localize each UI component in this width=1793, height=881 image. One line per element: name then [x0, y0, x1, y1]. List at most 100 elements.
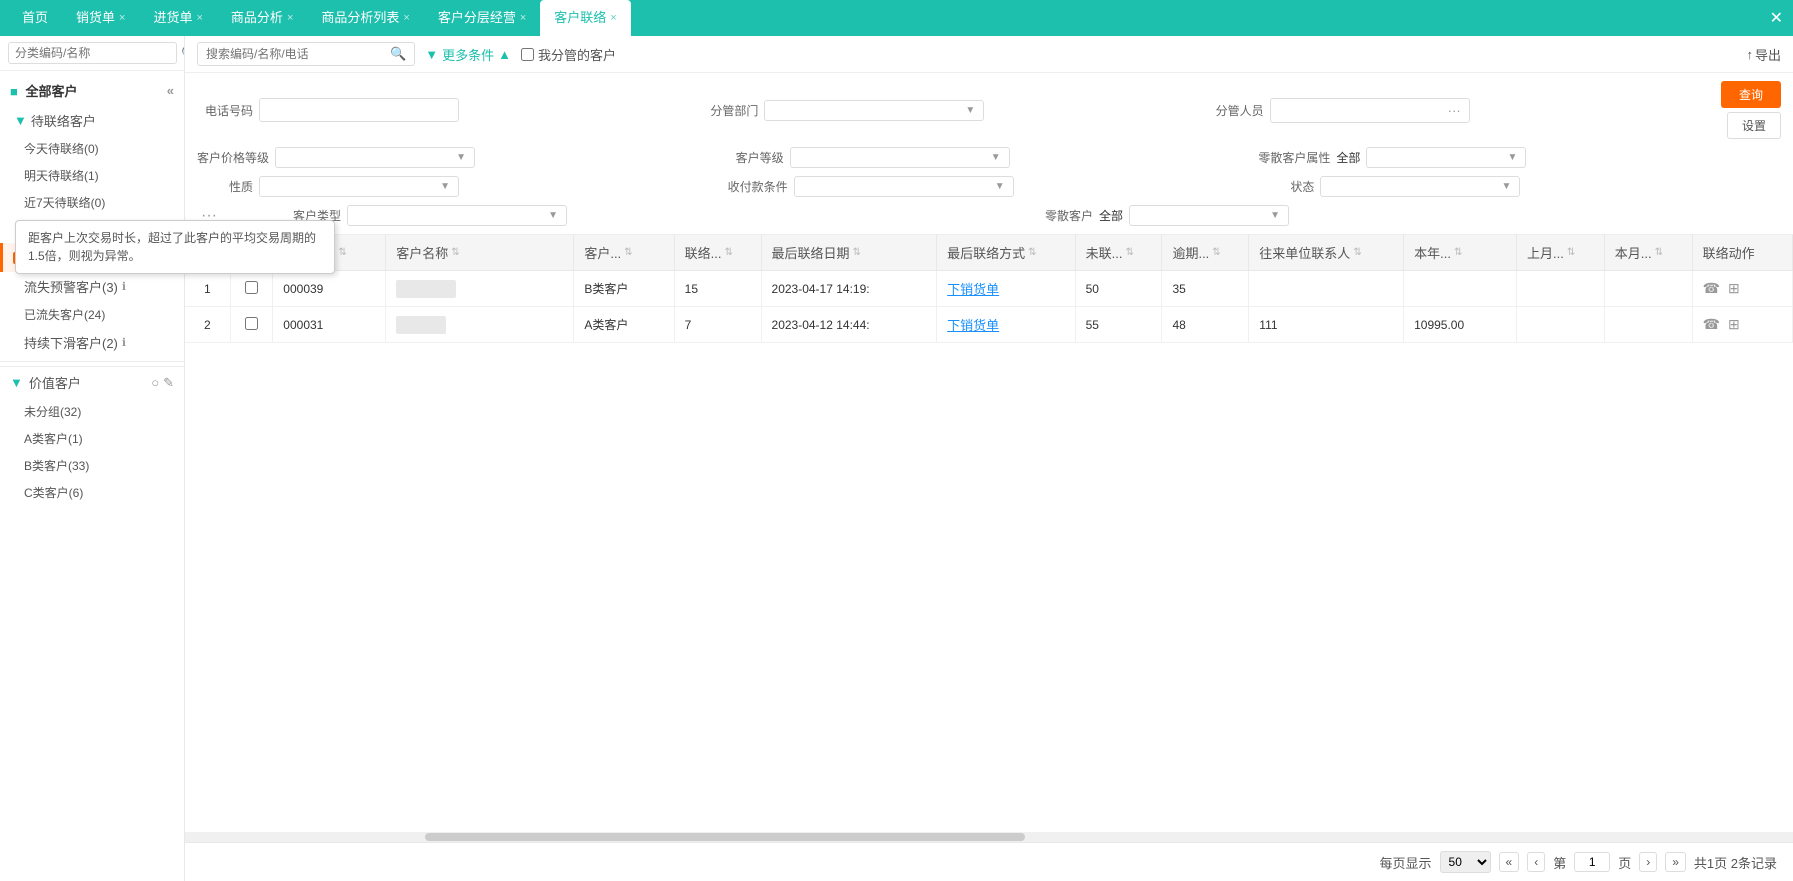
sidebar-item-churn-warning[interactable]: 流失预警客户(3) ℹ — [0, 272, 184, 301]
sidebar-item-7days[interactable]: 近7天待联络(0) — [0, 189, 184, 216]
nav-purchase[interactable]: 进货单 × — [139, 0, 216, 36]
filter-label-payment: 收付款条件 — [728, 178, 788, 195]
action-grid-icon-1[interactable]: ⊞ — [1728, 280, 1740, 297]
td-action-2: ☎ ⊞ — [1692, 307, 1792, 343]
last-page-button[interactable]: » — [1665, 852, 1686, 872]
td-contact-count-1: 15 — [674, 271, 761, 307]
filter-label-person: 分管人员 — [1208, 102, 1264, 119]
first-page-button[interactable]: « — [1499, 852, 1520, 872]
filter-select-retail-customer[interactable]: ▼ — [1129, 205, 1289, 226]
filter-search-icon[interactable]: 🔍 — [390, 46, 406, 62]
dots-icon[interactable]: ··· — [1448, 103, 1461, 118]
filter-field-customer-level: 客户等级 ▼ — [728, 147, 1251, 168]
sort-icon-last-month: ⇅ — [1567, 247, 1575, 258]
next-page-button[interactable]: › — [1639, 852, 1657, 872]
prev-page-button[interactable]: ‹ — [1527, 852, 1545, 872]
sort-icon-level: ⇅ — [624, 247, 632, 258]
filter-label-retail-attr: 零散客户属性 — [1258, 149, 1330, 166]
nav-product-analysis[interactable]: 商品分析 × — [217, 0, 307, 36]
td-checkbox-1 — [230, 271, 273, 307]
row-checkbox-1[interactable] — [245, 281, 258, 294]
sidebar-item-declining[interactable]: 持续下滑客户(2) ℹ — [0, 328, 184, 357]
sidebar-all-customers[interactable]: ■ 全部客户 « — [0, 75, 184, 106]
sidebar-item-today[interactable]: 今天待联络(0) — [0, 135, 184, 162]
filter-select-payment[interactable]: ▼ — [794, 176, 1014, 197]
tooltip-box: 距客户上次交易时长，超过了此客户的平均交易周期的1.5倍，则视为异常。 — [185, 220, 335, 274]
td-overdue-2: 48 — [1162, 307, 1249, 343]
nav-purchase-close[interactable]: × — [196, 0, 202, 36]
sort-icon-name: ⇅ — [451, 247, 459, 258]
filter-select-customer-type[interactable]: ▼ — [347, 205, 567, 226]
setting-button[interactable]: 设置 — [1727, 112, 1781, 139]
sidebar-group-pending-title[interactable]: ▼ 待联络客户 — [0, 106, 184, 135]
my-customers-checkbox[interactable] — [521, 48, 534, 61]
contact-method-link-1[interactable]: 下销货单 — [947, 282, 999, 297]
scrollbar-thumb[interactable] — [425, 833, 1025, 841]
filter-select-retail-attr[interactable]: ▼ — [1366, 147, 1526, 168]
nav-sales-close[interactable]: × — [119, 0, 125, 36]
th-overdue[interactable]: 逾期...⇅ — [1162, 235, 1249, 271]
info-icon2: ℹ — [122, 280, 126, 293]
sidebar-item-a-class[interactable]: A类客户(1) — [0, 425, 184, 452]
th-this-year[interactable]: 本年...⇅ — [1404, 235, 1517, 271]
current-page-input[interactable] — [1574, 852, 1610, 872]
row-checkbox-2[interactable] — [245, 317, 258, 330]
nav-product-list-close[interactable]: × — [403, 0, 409, 36]
th-last-contact-method[interactable]: 最后联络方式⇅ — [937, 235, 1075, 271]
th-contact-count[interactable]: 联络...⇅ — [674, 235, 761, 271]
export-icon: ↑ — [1746, 47, 1753, 62]
filter-input-person[interactable] — [1279, 103, 1448, 117]
sidebar-search-bar: 🔍 — [0, 36, 184, 71]
action-grid-icon-2[interactable]: ⊞ — [1728, 316, 1740, 333]
horizontal-scrollbar[interactable] — [185, 832, 1793, 842]
filter-field-retail-attr: 零散客户属性 全部 ▼ — [1258, 147, 1781, 168]
nav-customer-tier[interactable]: 客户分层经营 × — [424, 0, 540, 36]
export-button[interactable]: ↑ 导出 — [1746, 45, 1781, 64]
th-last-month[interactable]: 上月...⇅ — [1516, 235, 1604, 271]
query-button[interactable]: 查询 — [1721, 81, 1781, 108]
nav-customer-contact-close[interactable]: × — [610, 0, 616, 36]
filter-select-dept[interactable]: ▼ — [764, 100, 984, 121]
sidebar-item-tomorrow[interactable]: 明天待联络(1) — [0, 162, 184, 189]
filter-select-customer-level[interactable]: ▼ — [790, 147, 1010, 168]
sidebar-item-unclassified[interactable]: 未分组(32) — [0, 398, 184, 425]
th-last-contact-date[interactable]: 最后联络日期⇅ — [761, 235, 937, 271]
sidebar-config-icon[interactable]: ✎ — [163, 375, 174, 391]
chevron-up-icon: ▲ — [498, 47, 511, 62]
td-uncontact-1: 50 — [1075, 271, 1162, 307]
chevron-down-icon9: ▼ — [1270, 210, 1280, 221]
filter-buttons: 查询 设置 — [1721, 81, 1781, 139]
filter-select-price-level[interactable]: ▼ — [275, 147, 475, 168]
sidebar-search-input[interactable] — [8, 42, 177, 64]
filter-label-price-level: 客户价格等级 — [197, 149, 269, 166]
filter-input-phone[interactable] — [259, 98, 459, 122]
nav-product-analysis-close[interactable]: × — [287, 0, 293, 36]
filter-select-status[interactable]: ▼ — [1320, 176, 1520, 197]
filter-search-input[interactable] — [206, 47, 386, 61]
nav-sales[interactable]: 销货单 × — [62, 0, 139, 36]
nav-product-list[interactable]: 商品分析列表 × — [307, 0, 423, 36]
th-level[interactable]: 客户...⇅ — [574, 235, 674, 271]
action-phone-icon-1[interactable]: ☎ — [1703, 280, 1720, 297]
window-close-icon[interactable]: ✕ — [1770, 8, 1783, 28]
page-end-label: 页 — [1618, 853, 1631, 872]
nav-customer-tier-close[interactable]: × — [520, 0, 526, 36]
nav-home[interactable]: 首页 — [8, 0, 62, 36]
filter-more-conditions[interactable]: ▼ 更多条件 ▲ — [425, 45, 511, 64]
sidebar-item-churned[interactable]: 已流失客户(24) — [0, 301, 184, 328]
td-code-1: 000039 — [273, 271, 386, 307]
action-phone-icon-2[interactable]: ☎ — [1703, 316, 1720, 333]
th-contact-person[interactable]: 往来单位联系人⇅ — [1249, 235, 1404, 271]
th-this-month[interactable]: 本月...⇅ — [1604, 235, 1692, 271]
sidebar-collapse-icon[interactable]: « — [167, 83, 174, 98]
nav-customer-contact[interactable]: 客户联络 × — [540, 0, 630, 36]
th-uncontact[interactable]: 未联...⇅ — [1075, 235, 1162, 271]
sidebar-item-c-class[interactable]: C类客户(6) — [0, 479, 184, 506]
per-page-select[interactable]: 50 20 100 — [1440, 851, 1491, 873]
sidebar-content: ■ 全部客户 « ▼ 待联络客户 今天待联络(0) 明天待联络(1) 近7天待联… — [0, 71, 184, 881]
filter-select-nature[interactable]: ▼ — [259, 176, 459, 197]
sidebar-item-b-class[interactable]: B类客户(33) — [0, 452, 184, 479]
sidebar-edit-icon[interactable]: ○ — [151, 375, 159, 391]
contact-method-link-2[interactable]: 下销货单 — [947, 318, 999, 333]
th-name[interactable]: 客户名称⇅ — [386, 235, 574, 271]
